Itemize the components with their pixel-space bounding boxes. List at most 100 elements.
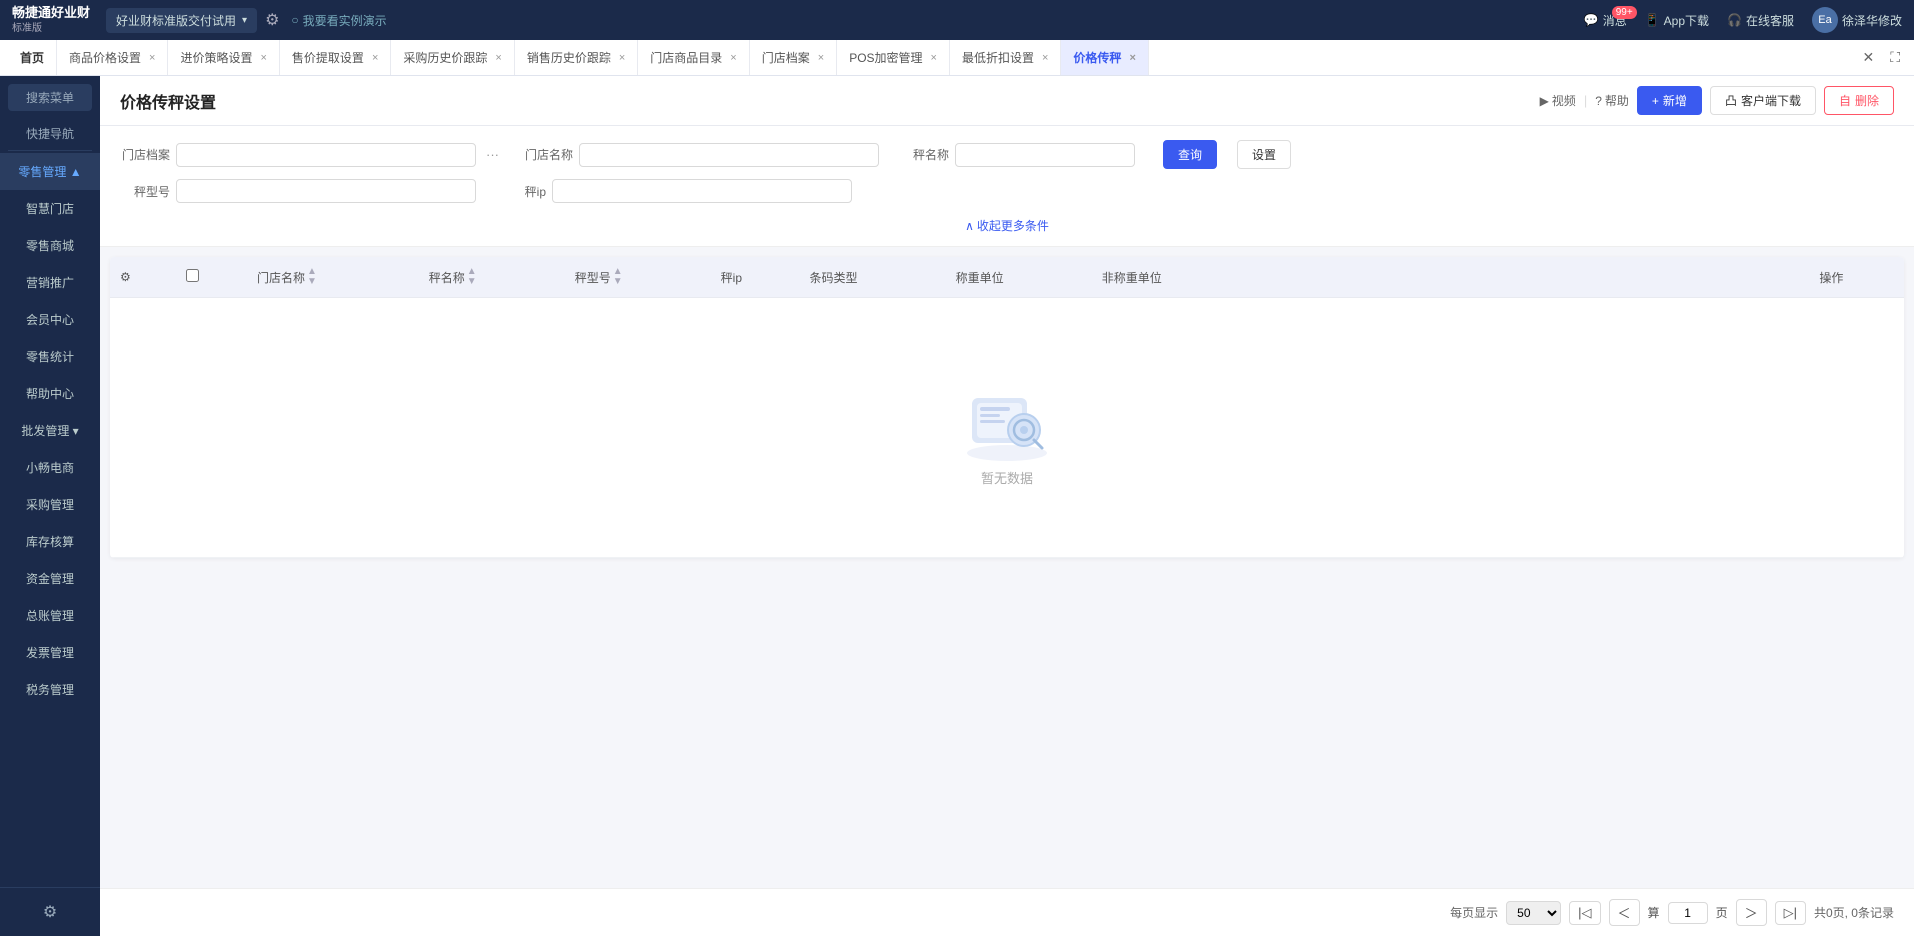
- sidebar-item-finance[interactable]: 资金管理: [0, 560, 100, 597]
- settings-icon[interactable]: ⚙: [265, 10, 279, 30]
- tab-price-scale[interactable]: 价格传秤 ×: [1061, 40, 1148, 76]
- tab-purchase-strategy[interactable]: 进价策略设置 ×: [168, 40, 279, 76]
- sidebar-item-smart-store[interactable]: 智慧门店: [0, 190, 100, 227]
- sidebar-item-retail-mall[interactable]: 零售商城: [0, 227, 100, 264]
- tab-close-purchase-strategy[interactable]: ×: [260, 52, 266, 64]
- collapse-button[interactable]: ∧ 收起更多条件: [120, 213, 1894, 238]
- tab-close-sale-history[interactable]: ×: [619, 52, 625, 64]
- sidebar-gear-button[interactable]: ⚙: [37, 896, 63, 928]
- app-download-label: App下载: [1664, 12, 1709, 29]
- store-name-input[interactable]: [579, 143, 879, 167]
- first-page-button[interactable]: |◁: [1569, 901, 1600, 925]
- message-icon: 💬: [1584, 13, 1599, 27]
- sidebar-item-member[interactable]: 会员中心: [0, 301, 100, 338]
- store-archive-input[interactable]: [176, 143, 476, 167]
- quick-nav-button[interactable]: 快捷导航: [0, 119, 100, 148]
- sidebar-inventory-label: 库存核算: [26, 533, 74, 550]
- tab-close-sale-price[interactable]: ×: [372, 52, 378, 64]
- set-button[interactable]: 设置: [1237, 140, 1291, 169]
- scale-ip-input[interactable]: [552, 179, 852, 203]
- sidebar-item-xiao-chang[interactable]: 小畅电商: [0, 449, 100, 486]
- th-scale-ip-label: 秤ip: [721, 271, 742, 285]
- prev-page-button[interactable]: ＜: [1609, 899, 1640, 926]
- tab-close-price-scale[interactable]: ×: [1129, 52, 1135, 64]
- message-button[interactable]: 💬 消息 99+: [1584, 12, 1627, 29]
- tab-close-min-discount[interactable]: ×: [1042, 52, 1048, 64]
- tab-close-store-archive[interactable]: ×: [818, 52, 824, 64]
- sidebar-purchase-label: 采购管理: [26, 496, 74, 513]
- tab-home[interactable]: 首页: [8, 40, 57, 76]
- th-sort-scale-name[interactable]: 秤名称 ▲▼: [429, 267, 555, 287]
- th-scale-name-label: 秤名称: [429, 269, 465, 286]
- page-number-input[interactable]: [1668, 902, 1708, 924]
- sidebar-item-invoice[interactable]: 发票管理: [0, 634, 100, 671]
- delete-button[interactable]: 自 删除: [1824, 86, 1894, 115]
- tab-sale-history[interactable]: 销售历史价跟踪 ×: [515, 40, 638, 76]
- last-page-button[interactable]: ▷|: [1775, 901, 1806, 925]
- download-button[interactable]: 凸 客户端下载: [1710, 86, 1816, 115]
- headset-icon: 🎧: [1727, 13, 1742, 27]
- help-icon: ?: [1595, 94, 1602, 108]
- th-sort-store-name[interactable]: 门店名称 ▲▼: [257, 267, 409, 287]
- sidebar-item-retail-stats[interactable]: 零售统计: [0, 338, 100, 375]
- table-header: ⚙ 门店名称 ▲▼ 秤名称 ▲▼: [110, 257, 1904, 298]
- th-gear[interactable]: ⚙: [110, 257, 176, 298]
- sidebar-item-retail[interactable]: 零售管理 ▲: [0, 153, 100, 190]
- tab-home-label: 首页: [20, 49, 44, 66]
- video-label: 视频: [1552, 92, 1576, 109]
- tab-sale-price[interactable]: 售价提取设置 ×: [280, 40, 391, 76]
- th-store-name: 门店名称 ▲▼: [247, 257, 419, 298]
- version-dropdown[interactable]: 好业财标准版交付试用 ▾: [106, 8, 257, 33]
- close-tab-button[interactable]: ✕: [1856, 47, 1880, 68]
- sidebar-item-tax[interactable]: 税务管理: [0, 671, 100, 708]
- tab-store-archive[interactable]: 门店档案 ×: [750, 40, 837, 76]
- sidebar-item-general[interactable]: 总账管理: [0, 597, 100, 634]
- online-service-button[interactable]: 🎧 在线客服: [1727, 12, 1794, 29]
- app-download-button[interactable]: 📱 App下载: [1645, 12, 1709, 29]
- tab-price-settings-label: 商品价格设置: [69, 49, 141, 66]
- sidebar-xiao-chang-label: 小畅电商: [26, 459, 74, 476]
- sidebar-member-label: 会员中心: [26, 311, 74, 328]
- sort-icon-scale-name: ▲▼: [467, 267, 477, 287]
- query-button[interactable]: 查询: [1163, 140, 1217, 169]
- search-menu-button[interactable]: 搜索菜单: [8, 84, 92, 111]
- tab-close-pos-manage[interactable]: ×: [931, 52, 937, 64]
- version-label: 好业财标准版交付试用: [116, 12, 236, 29]
- demo-link[interactable]: ○ 我要看实例演示: [291, 12, 386, 29]
- scale-name-label: 秤名称: [899, 146, 949, 163]
- sidebar-item-purchase[interactable]: 采购管理: [0, 486, 100, 523]
- th-barcode-type-label: 条码类型: [809, 271, 857, 285]
- help-link[interactable]: ? 帮助: [1595, 92, 1629, 109]
- tab-close-store-catalog[interactable]: ×: [730, 52, 736, 64]
- th-checkbox[interactable]: [176, 257, 247, 298]
- tab-close-purchase-history[interactable]: ×: [495, 52, 501, 64]
- th-store-name-label: 门店名称: [257, 269, 305, 286]
- tab-price-settings[interactable]: 商品价格设置 ×: [57, 40, 168, 76]
- next-page-button[interactable]: ＞: [1736, 899, 1767, 926]
- scale-model-input[interactable]: [176, 179, 476, 203]
- tab-store-catalog[interactable]: 门店商品目录 ×: [638, 40, 749, 76]
- app-logo: 畅捷通好业财 标准版: [12, 5, 90, 35]
- th-sort-scale-model[interactable]: 秤型号 ▲▼: [575, 267, 701, 287]
- sidebar-general-label: 总账管理: [26, 607, 74, 624]
- select-all-checkbox[interactable]: [186, 269, 199, 282]
- scale-ip-label: 秤ip: [496, 183, 546, 200]
- sidebar-invoice-label: 发票管理: [26, 644, 74, 661]
- ellipsis-button[interactable]: ···: [482, 147, 503, 162]
- add-icon: +: [1652, 94, 1659, 108]
- sidebar-item-help[interactable]: 帮助中心: [0, 375, 100, 412]
- sidebar-item-inventory[interactable]: 库存核算: [0, 523, 100, 560]
- scale-name-input[interactable]: [955, 143, 1135, 167]
- sidebar-item-marketing[interactable]: 营销推广: [0, 264, 100, 301]
- tab-pos-manage[interactable]: POS加密管理 ×: [837, 40, 950, 76]
- tab-close-price-settings[interactable]: ×: [149, 52, 155, 64]
- page-size-select[interactable]: 10 20 50 100: [1506, 901, 1561, 925]
- video-link[interactable]: ▶ 视频: [1540, 92, 1576, 109]
- sidebar-item-wholesale[interactable]: 批发管理 ▾: [0, 412, 100, 449]
- user-menu[interactable]: Ea 徐泽华修改: [1812, 7, 1902, 33]
- th-scale-model-label: 秤型号: [575, 269, 611, 286]
- add-button[interactable]: + 新增: [1637, 86, 1702, 115]
- tab-purchase-history[interactable]: 采购历史价跟踪 ×: [391, 40, 514, 76]
- maximize-tab-button[interactable]: ⛶: [1884, 47, 1906, 68]
- tab-min-discount[interactable]: 最低折扣设置 ×: [950, 40, 1061, 76]
